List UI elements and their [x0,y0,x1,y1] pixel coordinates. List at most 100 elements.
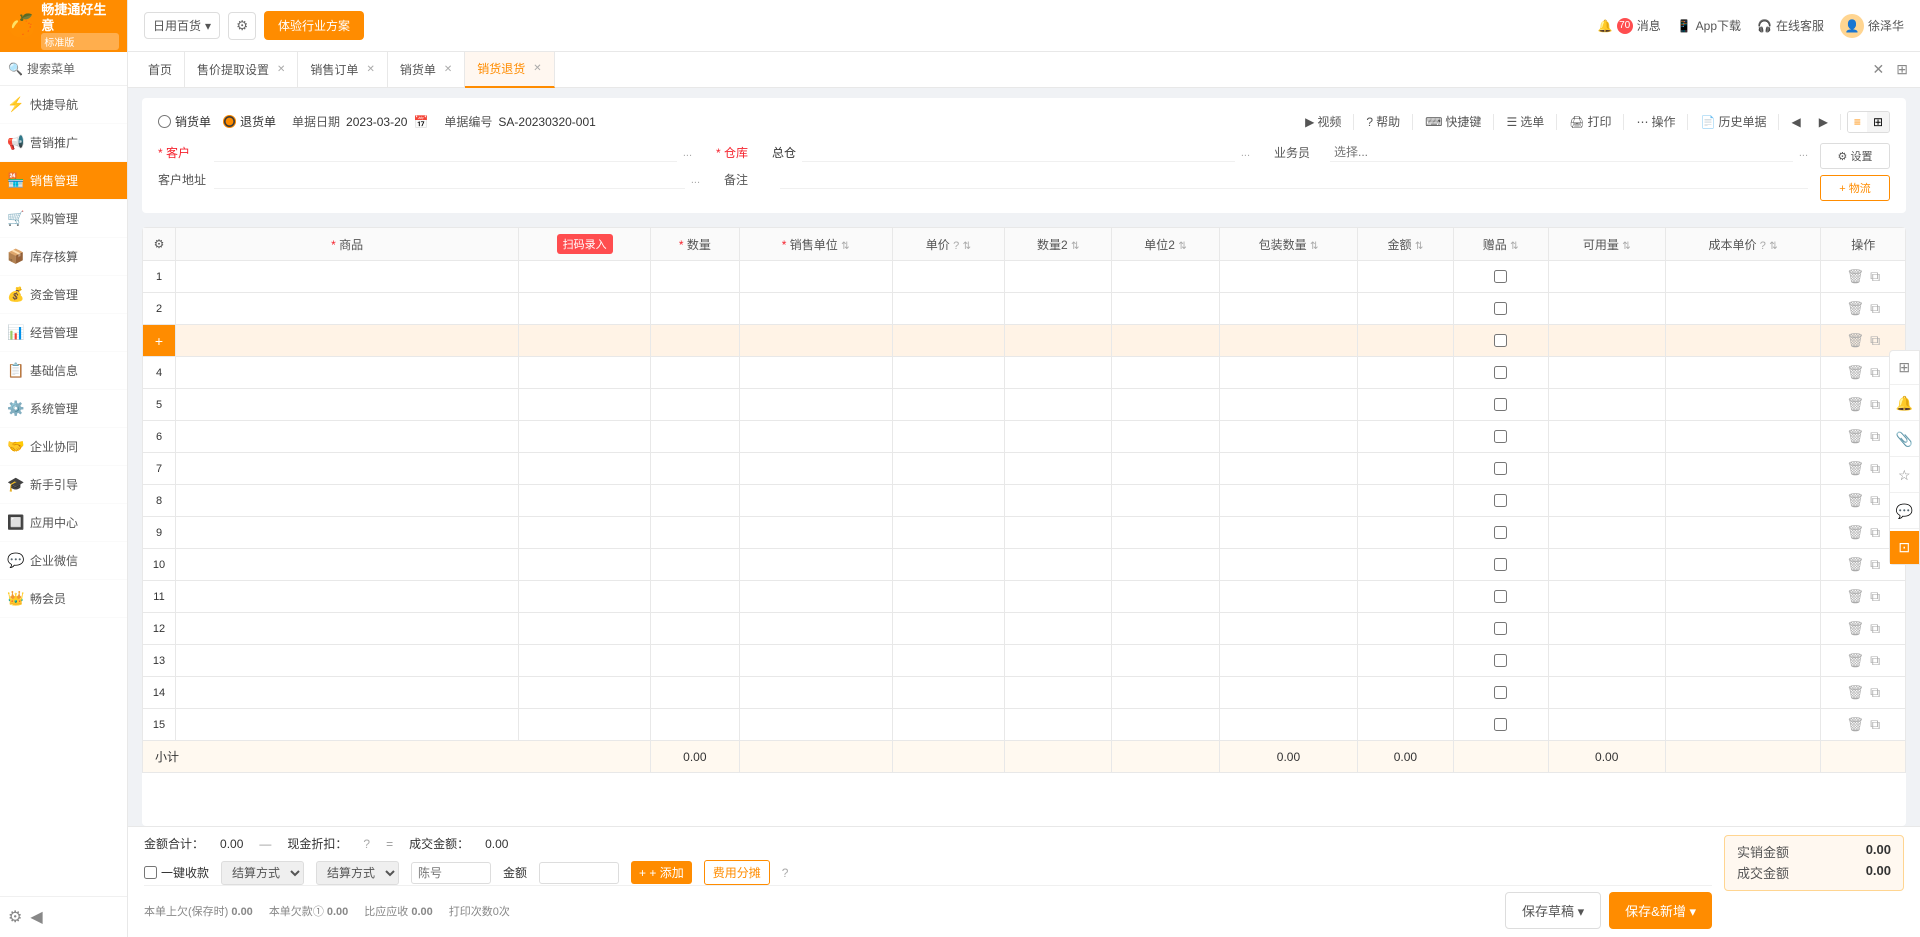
one-click-payment[interactable]: 一键收款 [144,864,209,881]
row-unit2-3[interactable] [1112,325,1219,357]
row-cost-1[interactable] [1665,261,1821,293]
tab-home[interactable]: 首页 [136,52,185,88]
gift-checkbox-15[interactable] [1494,718,1507,731]
customer-service-item[interactable]: 🎧 在线客服 [1757,17,1824,34]
copy-icon-14[interactable]: ⧉ [1870,684,1880,701]
copy-icon-13[interactable]: ⧉ [1870,652,1880,669]
sidebar-item-wechat[interactable]: 💬 企业微信 [0,542,127,580]
copy-icon-2[interactable]: ⧉ [1870,300,1880,317]
account-input[interactable] [411,862,491,884]
tab-sales-order-close[interactable]: ✕ [366,64,374,75]
tab-close-all[interactable]: ✕ [1869,59,1889,80]
copy-icon-11[interactable]: ⧉ [1870,588,1880,605]
th-settings[interactable]: ⚙ [143,228,176,261]
copy-icon-4[interactable]: ⧉ [1870,364,1880,381]
help-btn[interactable]: ? 帮助 [1360,110,1406,133]
amount-input[interactable] [539,862,619,884]
row-qty-1[interactable] [651,261,740,293]
tab-sales-delivery[interactable]: 销货单 ✕ [388,52,465,88]
app-download-item[interactable]: 📱 App下载 [1677,17,1741,34]
delete-icon-4[interactable]: 🗑 [1846,364,1864,381]
row-qty-2[interactable] [651,293,740,325]
radio-sales-input[interactable] [158,115,171,128]
row-avail-3[interactable] [1548,325,1665,357]
row-price-1[interactable] [892,261,1004,293]
unit2-sort-icon[interactable]: ⇅ [1178,241,1186,252]
sidebar-item-enterprise[interactable]: 🤝 企业协同 [0,428,127,466]
row-unit-3[interactable] [739,325,892,357]
row-gift-3[interactable] [1453,325,1548,357]
split-btn[interactable]: 费用分摊 [704,860,770,885]
radio-sales[interactable]: 销货单 [158,113,211,130]
right-float-bell[interactable]: 🔔 [1890,387,1919,421]
delete-icon-11[interactable]: 🗑 [1846,588,1864,605]
salesperson-input[interactable] [1330,143,1793,162]
sidebar-item-member[interactable]: 👑 畅会员 [0,580,127,618]
gift-checkbox-10[interactable] [1494,558,1507,571]
sidebar-item-apps[interactable]: 🔲 应用中心 [0,504,127,542]
search-menu[interactable]: 🔍 搜索菜单 [0,52,127,86]
gift-checkbox-6[interactable] [1494,430,1507,443]
one-click-checkbox[interactable] [144,866,157,879]
tab-grid-view[interactable]: ⊞ [1892,59,1912,80]
warehouse-dots[interactable]: ... [1241,147,1250,159]
radio-return-input[interactable] [223,115,236,128]
tab-price-setting-close[interactable]: ✕ [277,64,285,75]
sidebar-item-purchase[interactable]: 🛒 采购管理 [0,200,127,238]
row-qty2-1[interactable] [1005,261,1112,293]
delete-icon-13[interactable]: 🗑 [1846,652,1864,669]
tab-price-setting[interactable]: 售价提取设置 ✕ [185,52,298,88]
row-unit2-2[interactable] [1112,293,1219,325]
row-product-2[interactable] [176,293,519,325]
row-unit-1[interactable] [739,261,892,293]
copy-icon-9[interactable]: ⧉ [1870,524,1880,541]
gift-checkbox-13[interactable] [1494,654,1507,667]
sidebar-item-inventory[interactable]: 📦 库存核算 [0,238,127,276]
gift-checkbox-3[interactable] [1494,334,1507,347]
sidebar-item-sales[interactable]: 🏪 销售管理 [0,162,127,200]
unit-price-help-icon[interactable]: ? [953,240,959,252]
calculation-select[interactable]: 结算方式 [316,861,399,885]
cost-price-sort-icon[interactable]: ⇅ [1769,241,1777,252]
prev-btn[interactable]: ◀ [1785,112,1806,132]
select-btn[interactable]: ☰ 选单 [1500,110,1550,133]
add-payment-btn[interactable]: + + 添加 [631,861,692,884]
gear-button[interactable]: ⚙ [228,12,256,40]
scan-button[interactable]: 扫码录入 [557,234,613,254]
salesperson-dots[interactable]: ... [1799,147,1808,159]
right-float-table[interactable]: ⊞ [1890,351,1919,385]
product-input-3[interactable] [182,333,512,348]
unit-price-sort-icon[interactable]: ⇅ [963,241,971,252]
cash-discount-help[interactable]: ? [363,837,370,851]
add-row-button[interactable]: + [149,331,169,351]
sidebar-item-operation[interactable]: 📊 经营管理 [0,314,127,352]
copy-icon-12[interactable]: ⧉ [1870,620,1880,637]
copy-icon-6[interactable]: ⧉ [1870,428,1880,445]
row-product-3[interactable] [176,325,519,357]
right-float-comment[interactable]: 💬 [1890,495,1919,529]
row-pkg-2[interactable] [1219,293,1358,325]
sidebar-item-marketing[interactable]: 📢 营销推广 [0,124,127,162]
tab-sales-return-close[interactable]: ✕ [533,63,541,74]
delete-icon-1[interactable]: 🗑 [1846,268,1864,285]
shortcut-btn[interactable]: ⌨ 快捷键 [1419,110,1487,133]
cost-price-help-icon[interactable]: ? [1760,240,1766,252]
amount-sort-icon[interactable]: ⇅ [1415,241,1423,252]
row-amount-3[interactable] [1358,325,1453,357]
customer-address-input[interactable] [214,170,685,189]
delete-icon-6[interactable]: 🗑 [1846,428,1864,445]
history-btn[interactable]: 📄 历史单据 [1694,110,1772,133]
sidebar-item-quick-nav[interactable]: ⚡ 快捷导航 [0,86,127,124]
available-sort-icon[interactable]: ⇅ [1622,241,1630,252]
row-gift-2[interactable] [1453,293,1548,325]
sidebar-item-finance[interactable]: 💰 资金管理 [0,276,127,314]
row-pkg-3[interactable] [1219,325,1358,357]
gift-checkbox-9[interactable] [1494,526,1507,539]
sidebar-item-newguide[interactable]: 🎓 新手引导 [0,466,127,504]
warehouse-input[interactable] [802,143,1235,162]
logistics-btn[interactable]: + 物流 [1820,175,1890,201]
next-btn[interactable]: ▶ [1813,112,1834,132]
settlement-select[interactable]: 结算方式 [221,861,304,885]
tab-sales-return[interactable]: 销货退货 ✕ [465,52,554,88]
copy-icon-15[interactable]: ⧉ [1870,716,1880,733]
